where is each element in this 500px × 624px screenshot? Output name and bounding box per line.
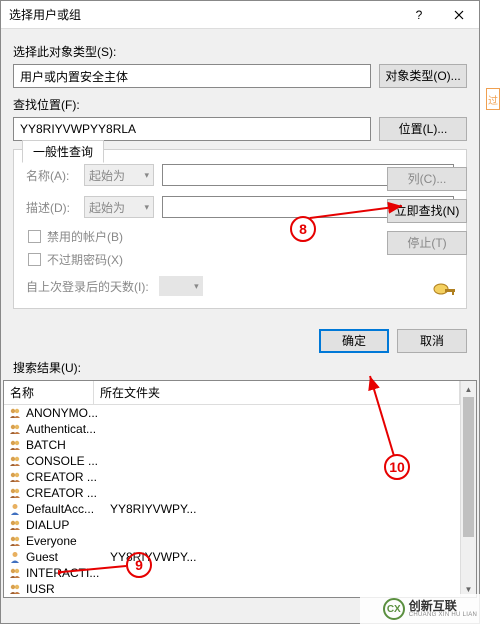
results-label: 搜索结果(U):	[1, 359, 479, 380]
group-icon	[8, 534, 22, 548]
watermark: CX 创新互联 CHUANG XIN HU LIAN	[360, 594, 500, 624]
name-label: 名称(A):	[26, 167, 76, 184]
disabled-accounts-checkbox[interactable]	[28, 230, 41, 243]
object-type-label: 选择此对象类型(S):	[13, 43, 467, 60]
chevron-down-icon: ▾	[144, 170, 149, 181]
results-header: 名称 所在文件夹	[4, 381, 460, 405]
dialog-buttons: 确定 取消	[1, 319, 479, 359]
group-icon	[8, 422, 22, 436]
table-row[interactable]: DefaultAcc... YY8RIYVWPY...	[4, 501, 460, 517]
disabled-accounts-label: 禁用的帐户(B)	[47, 228, 123, 245]
row-name: INTERACTI...	[26, 566, 106, 580]
row-name: CREATOR ...	[26, 486, 106, 500]
row-name: BATCH	[26, 438, 106, 452]
table-row[interactable]: ANONYMO...	[4, 405, 460, 421]
help-button[interactable]: ?	[399, 1, 439, 29]
close-icon	[454, 10, 464, 20]
columns-button[interactable]: 列(C)...	[387, 167, 467, 191]
column-folder[interactable]: 所在文件夹	[94, 381, 460, 404]
ok-button[interactable]: 确定	[319, 329, 389, 353]
cancel-button[interactable]: 取消	[397, 329, 467, 353]
locations-button[interactable]: 位置(L)...	[379, 117, 467, 141]
row-name: Authenticat...	[26, 422, 106, 436]
group-icon	[8, 454, 22, 468]
row-name: DIALUP	[26, 518, 106, 532]
results-scrollbar[interactable]: ▲ ▼	[460, 381, 476, 597]
select-user-group-dialog: 选择用户或组 ? 选择此对象类型(S): 对象类型(O)... 查找位置(F):…	[0, 0, 480, 624]
scroll-thumb[interactable]	[463, 397, 474, 537]
row-name: CREATOR ...	[26, 470, 106, 484]
results-list[interactable]: ANONYMO... Authenticat... BATCH CONSOLE ...…	[4, 405, 460, 597]
edge-tab-cut: 过	[486, 88, 500, 110]
table-row[interactable]: CREATOR ...	[4, 485, 460, 501]
close-button[interactable]	[439, 1, 479, 29]
user-icon	[8, 550, 22, 564]
window-controls: ?	[399, 1, 479, 29]
row-name: ANONYMO...	[26, 406, 106, 420]
location-label: 查找位置(F):	[13, 96, 467, 113]
location-field[interactable]	[13, 117, 371, 141]
group-icon	[8, 518, 22, 532]
row-name: DefaultAcc...	[26, 502, 106, 516]
tab-general-query[interactable]: 一般性查询	[22, 140, 104, 163]
table-row[interactable]: Everyone	[4, 533, 460, 549]
password-never-expires-checkbox[interactable]	[28, 253, 41, 266]
password-never-expires-label: 不过期密码(X)	[47, 251, 123, 268]
right-button-column: 列(C)... 立即查找(N) 停止(T)	[387, 167, 467, 255]
window-title: 选择用户或组	[9, 6, 81, 23]
scroll-up-arrow[interactable]: ▲	[461, 381, 476, 397]
table-row[interactable]: DIALUP	[4, 517, 460, 533]
search-keys-icon	[431, 279, 459, 301]
table-row[interactable]: CONSOLE ...	[4, 453, 460, 469]
row-name: Guest	[26, 550, 106, 564]
row-name: CONSOLE ...	[26, 454, 106, 468]
table-row[interactable]: CREATOR ...	[4, 469, 460, 485]
find-now-button[interactable]: 立即查找(N)	[387, 199, 467, 223]
table-row[interactable]: Authenticat...	[4, 421, 460, 437]
group-icon	[8, 438, 22, 452]
chevron-down-icon: ▾	[144, 202, 149, 213]
row-name: Everyone	[26, 534, 106, 548]
watermark-logo: CX	[383, 598, 405, 620]
stop-button[interactable]: 停止(T)	[387, 231, 467, 255]
group-icon	[8, 486, 22, 500]
table-row[interactable]: Guest YY8RIYVWPY...	[4, 549, 460, 565]
watermark-en: CHUANG XIN HU LIAN	[409, 612, 477, 618]
object-types-button[interactable]: 对象类型(O)...	[379, 64, 467, 88]
desc-match-combo[interactable]: 起始为 ▾	[84, 196, 154, 218]
titlebar: 选择用户或组 ?	[1, 1, 479, 29]
row-name: IUSR	[26, 582, 106, 596]
chevron-down-icon: ▾	[194, 281, 199, 292]
desc-label: 描述(D):	[26, 199, 76, 216]
watermark-cn: 创新互联	[409, 600, 477, 612]
group-icon	[8, 582, 22, 596]
days-combo[interactable]: ▾	[159, 276, 203, 296]
name-match-combo[interactable]: 起始为 ▾	[84, 164, 154, 186]
group-icon	[8, 470, 22, 484]
days-since-label: 自上次登录后的天数(I):	[26, 278, 149, 295]
column-name[interactable]: 名称	[4, 381, 94, 404]
group-icon	[8, 406, 22, 420]
results-listview: 名称 所在文件夹 ANONYMO... Authenticat... BATCH CO…	[3, 380, 477, 598]
row-folder: YY8RIYVWPY...	[110, 502, 456, 516]
row-folder: YY8RIYVWPY...	[110, 550, 456, 564]
object-type-field[interactable]	[13, 64, 371, 88]
user-icon	[8, 502, 22, 516]
table-row[interactable]: INTERACTI...	[4, 565, 460, 581]
group-icon	[8, 566, 22, 580]
table-row[interactable]: BATCH	[4, 437, 460, 453]
